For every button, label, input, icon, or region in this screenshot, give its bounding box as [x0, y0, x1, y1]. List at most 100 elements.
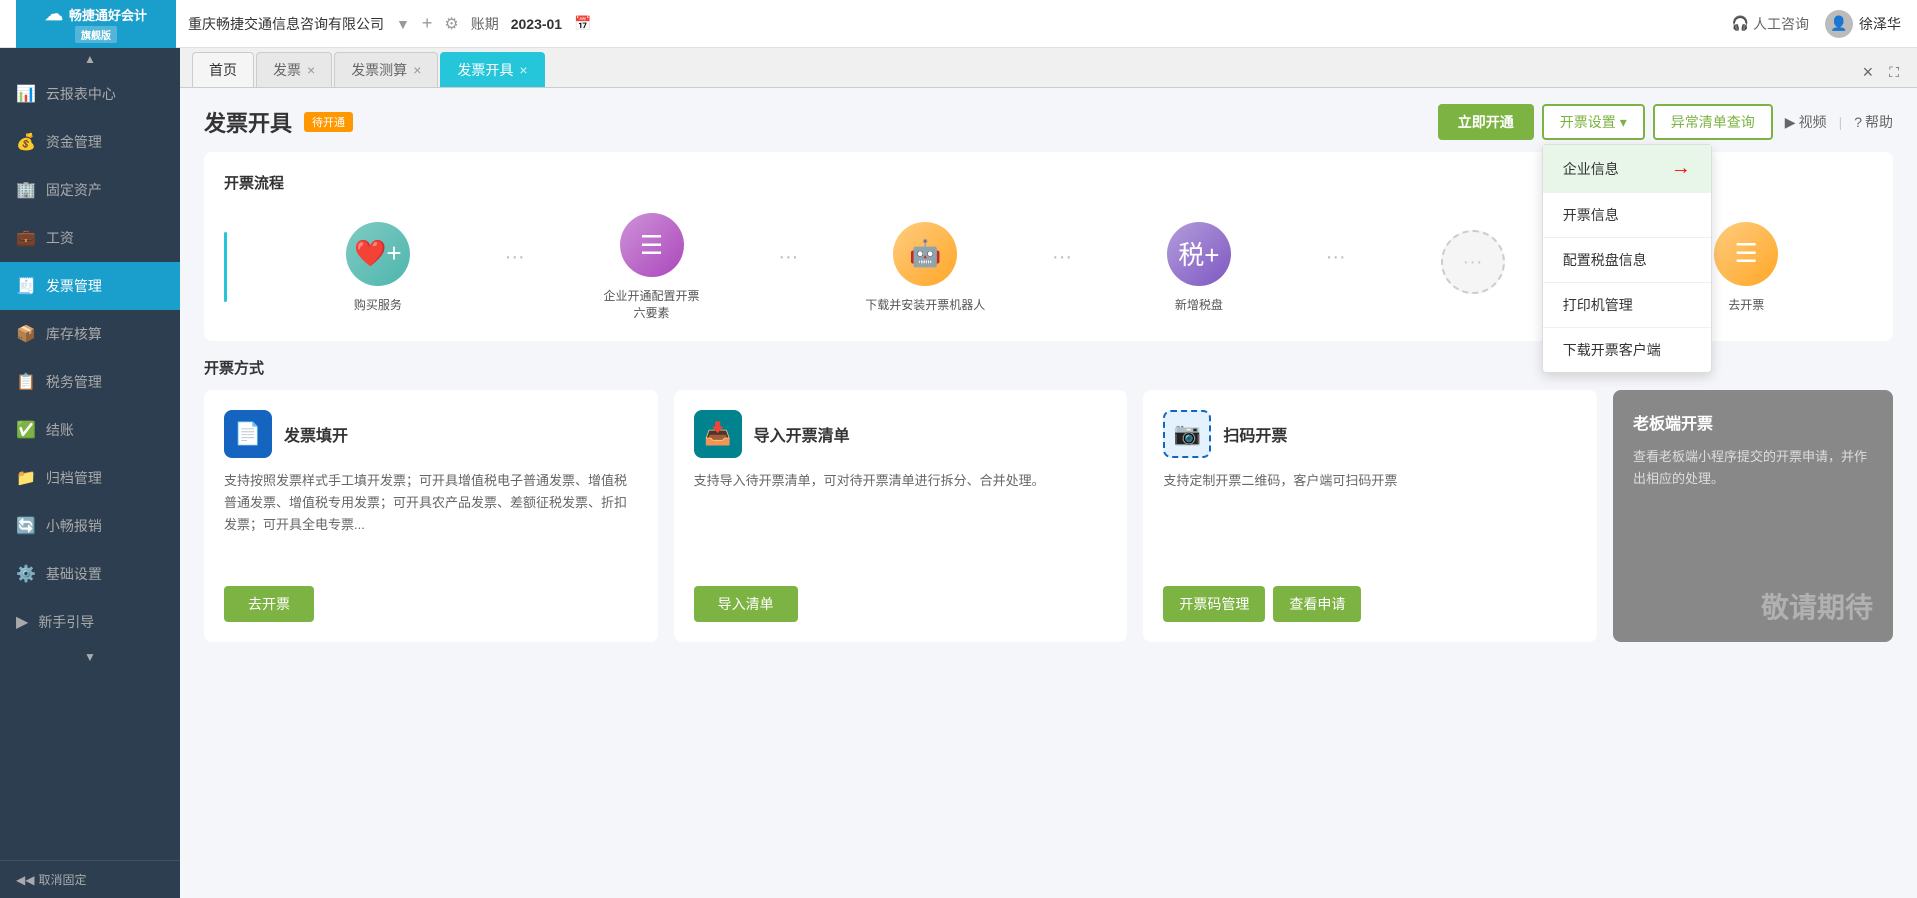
dropdown-item-company[interactable]: 企业信息 → — [1543, 145, 1711, 192]
tab-estimate[interactable]: 发票测算 × — [334, 52, 438, 87]
card1-btn[interactable]: 去开票 — [224, 586, 314, 622]
dropdown-item-printer[interactable]: 打印机管理 — [1543, 282, 1711, 327]
card1-title: 发票填开 — [284, 422, 348, 446]
card2-btn[interactable]: 导入清单 — [694, 586, 798, 622]
company-name: 重庆畅捷交通信息咨询有限公司 — [188, 14, 384, 34]
sidebar-item-expense[interactable]: 🔄 小畅报销 — [0, 502, 180, 550]
tab-invoice-label: 发票 — [273, 60, 301, 80]
step3-icon: 🤖 — [893, 222, 957, 286]
salary-icon: 💼 — [16, 228, 36, 248]
card4-desc: 查看老板端小程序提交的开票申请，并作出相应的处理。 — [1633, 446, 1873, 490]
dropdown-item-tax[interactable]: 配置税盘信息 — [1543, 237, 1711, 282]
chevron-down-icon: ▾ — [1620, 114, 1627, 131]
sidebar-item-archive[interactable]: 📁 归档管理 — [0, 454, 180, 502]
sidebar-item-label: 基础设置 — [46, 564, 102, 584]
maximize-btn[interactable]: ⛶ — [1883, 64, 1905, 81]
tab-invoice[interactable]: 发票 × — [256, 52, 332, 87]
help-label: 帮助 — [1865, 112, 1893, 132]
settings-button[interactable]: 开票设置 ▾ — [1542, 104, 1645, 140]
sidebar-item-label: 资金管理 — [46, 132, 102, 152]
unpin-label: 取消固定 — [38, 871, 86, 888]
sidebar-item-label: 工资 — [46, 228, 74, 248]
card3-icon: 📷 — [1163, 410, 1211, 458]
step5-icon: ··· — [1441, 230, 1505, 294]
header: ☁ 畅捷通好会计 旗舰版 重庆畅捷交通信息咨询有限公司 ▼ + ⚙ 账期 202… — [0, 0, 1917, 48]
main-area: 首页 发票 × 发票测算 × 发票开具 × × ⛶ — [180, 48, 1917, 898]
activate-button[interactable]: 立即开通 — [1438, 104, 1534, 140]
flow-arrow-4: ··· — [1326, 246, 1346, 269]
tab-invoice-close[interactable]: × — [307, 62, 315, 78]
billing-cards: 📄 发票填开 支持按照发票样式手工填开发票；可开具增值税电子普通发票、增值税普通… — [204, 390, 1893, 642]
sidebar-item-salary[interactable]: 💼 工资 — [0, 214, 180, 262]
step6-icon: ☰ — [1714, 222, 1778, 286]
sidebar-item-inventory[interactable]: 📦 库存核算 — [0, 310, 180, 358]
sidebar-item-yunbiaobiao[interactable]: 📊 云报表中心 — [0, 70, 180, 118]
tab-home-label: 首页 — [209, 62, 237, 78]
help-button[interactable]: ? 帮助 — [1854, 112, 1893, 132]
sidebar-item-label: 固定资产 — [46, 180, 102, 200]
sidebar-item-invoice[interactable]: 🧾 发票管理 — [0, 262, 180, 310]
tab-issue-close[interactable]: × — [519, 62, 527, 78]
divider: | — [1839, 114, 1843, 130]
add-company-icon[interactable]: + — [422, 13, 433, 34]
step2-label: 企业开通配置开票六要素 — [602, 287, 702, 321]
sidebar-item-settings[interactable]: ⚙️ 基础设置 — [0, 550, 180, 598]
card1-header: 📄 发票填开 — [224, 410, 638, 458]
flow-step-4: 税+ 新增税盘 — [1072, 222, 1326, 313]
billing-card-4: 老板端开票 查看老板端小程序提交的开票申请，并作出相应的处理。 敬请期待 — [1613, 390, 1893, 642]
question-icon: ? — [1854, 114, 1862, 130]
settings-icon[interactable]: ⚙ — [444, 14, 458, 34]
sidebar-item-label: 发票管理 — [46, 276, 102, 296]
sidebar-item-tax[interactable]: 📋 税务管理 — [0, 358, 180, 406]
period-value: 2023-01 — [511, 16, 562, 32]
red-arrow-icon: → — [1671, 157, 1691, 180]
toolbar: 立即开通 开票设置 ▾ 企业信息 → — [1438, 104, 1893, 140]
flow-arrow-2: ··· — [778, 246, 798, 269]
help-area: ▶ 视频 | ? 帮助 — [1785, 112, 1893, 132]
page-title-area: 发票开具 待开通 — [204, 106, 353, 138]
settle-icon: ✅ — [16, 420, 36, 440]
flow-arrow-3: ··· — [1052, 246, 1072, 269]
user-area[interactable]: 👤 徐泽华 — [1825, 10, 1901, 38]
card3-btn1[interactable]: 开票码管理 — [1163, 586, 1265, 622]
dropdown-item-invoice-info[interactable]: 开票信息 — [1543, 192, 1711, 237]
sidebar-item-funds[interactable]: 💰 资金管理 — [0, 118, 180, 166]
company-dropdown-icon[interactable]: ▼ — [396, 16, 410, 32]
guide-icon: ▶ — [16, 612, 28, 632]
billing-card-1: 📄 发票填开 支持按照发票样式手工填开发票；可开具增值税电子普通发票、增值税普通… — [204, 390, 658, 642]
sidebar-item-label: 归档管理 — [46, 468, 102, 488]
video-button[interactable]: ▶ 视频 — [1785, 112, 1827, 132]
invoice-icon: 🧾 — [16, 276, 36, 296]
card2-desc: 支持导入待开票清单，可对待开票清单进行拆分、合并处理。 — [694, 470, 1108, 570]
close-btn[interactable]: × — [1857, 62, 1880, 83]
dropdown-item-download[interactable]: 下载开票客户端 — [1543, 327, 1711, 372]
sidebar-scroll-down[interactable]: ▼ — [0, 646, 180, 668]
support-btn[interactable]: 🎧 人工咨询 — [1732, 14, 1809, 34]
sidebar-item-guide[interactable]: ▶ 新手引导 — [0, 598, 180, 646]
user-name: 徐泽华 — [1859, 14, 1901, 34]
period-label: 账期 — [471, 14, 499, 34]
page-title: 发票开具 — [204, 106, 292, 138]
calendar-icon[interactable]: 📅 — [574, 15, 591, 32]
tab-estimate-label: 发票测算 — [351, 60, 407, 80]
abnormal-button[interactable]: 异常清单查询 — [1653, 104, 1773, 140]
sidebar-item-assets[interactable]: 🏢 固定资产 — [0, 166, 180, 214]
status-badge: 待开通 — [304, 112, 353, 132]
card3-btn2[interactable]: 查看申请 — [1273, 586, 1361, 622]
settings2-icon: ⚙️ — [16, 564, 36, 584]
tab-issue-label: 发票开具 — [457, 60, 513, 80]
expense-icon: 🔄 — [16, 516, 36, 536]
step1-icon: ❤️+ — [346, 222, 410, 286]
window-controls: × ⛶ — [1857, 62, 1905, 87]
tab-home[interactable]: 首页 — [192, 52, 254, 87]
unpin-btn[interactable]: ◀◀ 取消固定 — [0, 860, 180, 898]
tab-estimate-close[interactable]: × — [413, 62, 421, 78]
sidebar-item-settle[interactable]: ✅ 结账 — [0, 406, 180, 454]
sidebar-scroll-up[interactable]: ▲ — [0, 48, 180, 70]
step4-icon: 税+ — [1167, 222, 1231, 286]
sidebar: ▲ 📊 云报表中心 💰 资金管理 🏢 固定资产 💼 工资 🧾 发票管理 📦 库存… — [0, 48, 180, 898]
tab-issue[interactable]: 发票开具 × — [440, 52, 544, 87]
card1-icon: 📄 — [224, 410, 272, 458]
logo-badge: 旗舰版 — [75, 26, 117, 43]
flow-divider — [224, 232, 227, 302]
